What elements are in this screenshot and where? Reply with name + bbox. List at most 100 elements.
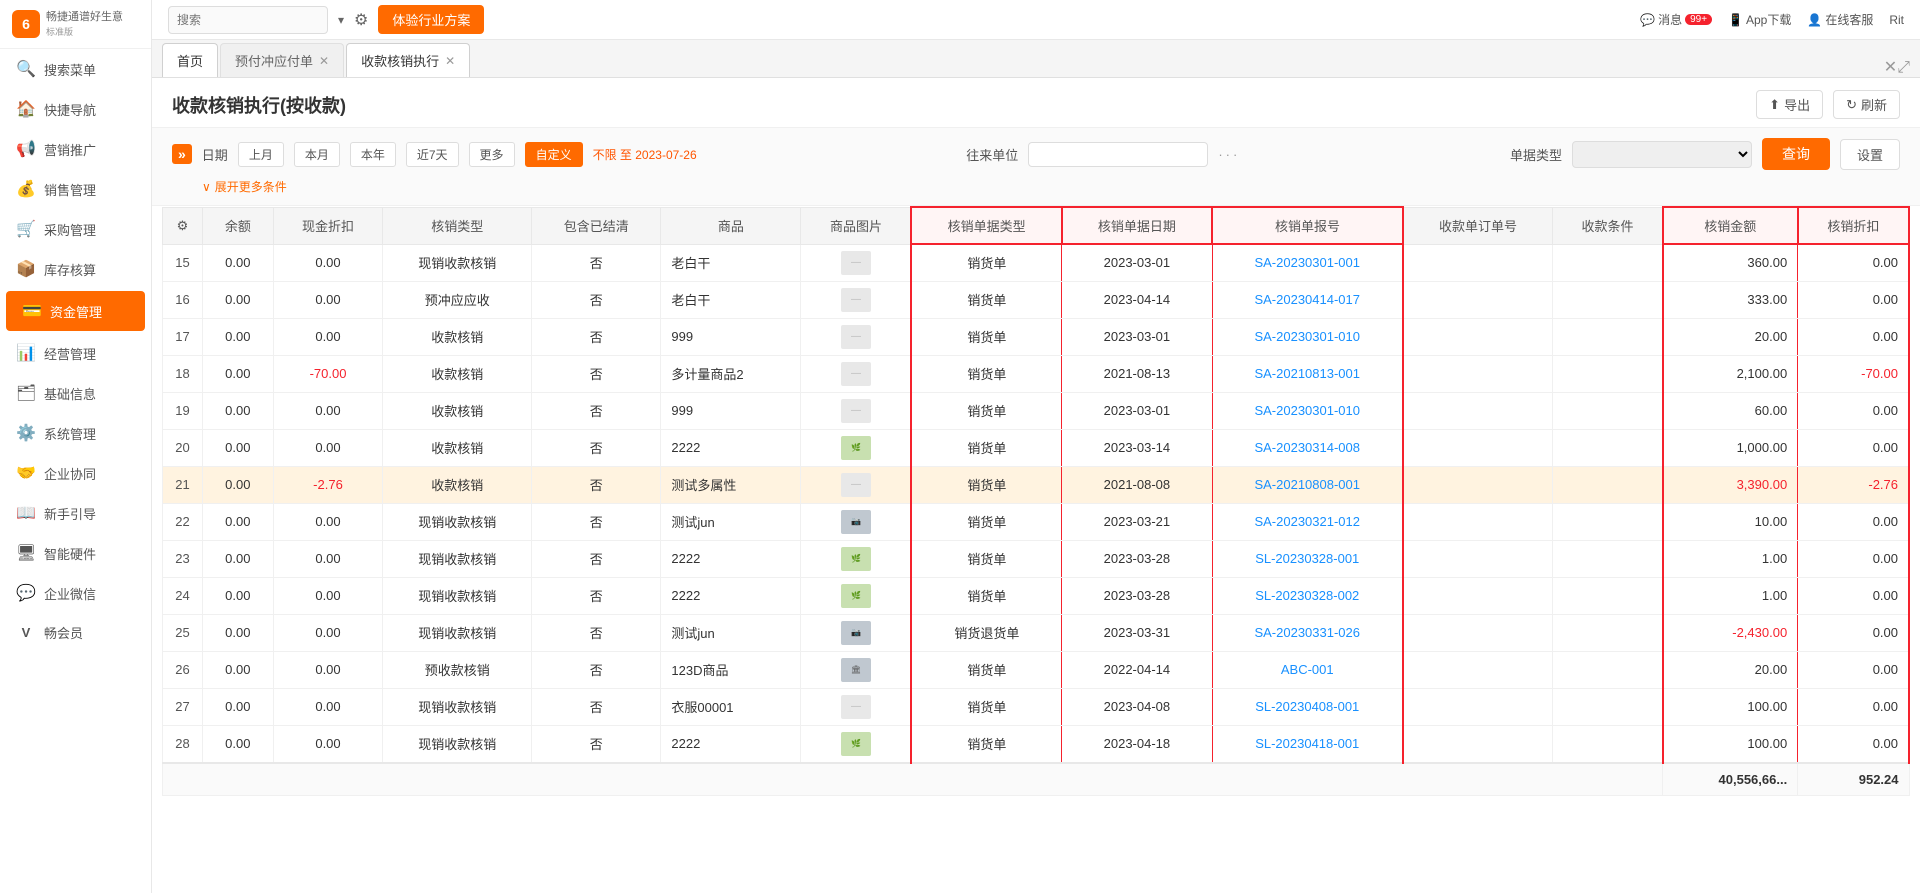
row-cash-discount: 0.00: [273, 503, 383, 540]
sidebar-item-finance[interactable]: 💳 资金管理: [6, 291, 145, 331]
filter-bar: » 日期 上月 本月 本年 近7天 更多 自定义 不限 至 2023-07-26…: [152, 128, 1920, 206]
ops-icon: 📊: [16, 343, 36, 363]
row-receipt-order-no: [1403, 688, 1553, 725]
tab-home[interactable]: 首页: [162, 43, 218, 77]
cancel-bill-no-link[interactable]: SA-20230414-017: [1254, 292, 1360, 307]
row-cancel-bill-type: 销货单: [911, 688, 1061, 725]
refresh-button[interactable]: ↻ 刷新: [1833, 90, 1900, 119]
row-cancel-bill-date: 2021-08-08: [1062, 466, 1212, 503]
sidebar-item-company[interactable]: 🤝 企业协同: [0, 453, 151, 493]
row-balance: 0.00: [203, 392, 274, 429]
from-unit-input[interactable]: [1028, 142, 1208, 167]
table-row: 23 0.00 0.00 现销收款核销 否 2222 🌿 销货单 2023-03…: [163, 540, 1910, 577]
settings-icon[interactable]: ⚙: [177, 218, 189, 233]
window-close-button[interactable]: ✕: [1884, 57, 1897, 77]
voucher-type-select[interactable]: [1572, 141, 1752, 168]
sidebar-item-hardware[interactable]: 🖥 智能硬件: [0, 533, 151, 573]
export-button[interactable]: ⬆ 导出: [1756, 90, 1823, 119]
sidebar-item-basic[interactable]: 🗂 基础信息: [0, 373, 151, 413]
sidebar-item-member[interactable]: V 畅会员: [0, 613, 151, 652]
row-cancel-amount: 10.00: [1663, 503, 1798, 540]
expand-more-row: ∨ 展开更多条件: [172, 178, 1900, 195]
row-cancel-bill-no: SA-20230314-008: [1212, 429, 1403, 466]
filter-expand-arrow[interactable]: »: [172, 144, 192, 164]
cancel-bill-no-link[interactable]: SA-20230314-008: [1254, 440, 1360, 455]
sidebar-item-inventory[interactable]: 📦 库存核算: [0, 249, 151, 289]
row-cancel-type: 现销收款核销: [383, 614, 532, 651]
data-table: ⚙ 余额 现金折扣 核销类型 包含已结清 商品 商品图片 核销单据类型 核销单据…: [162, 206, 1910, 796]
sidebar-item-system[interactable]: ⚙️ 系统管理: [0, 413, 151, 453]
tab-close-prepay[interactable]: ✕: [319, 54, 329, 68]
sidebar-item-search[interactable]: 🔍 搜索菜单: [0, 49, 151, 89]
col-goods-img-header: 商品图片: [801, 207, 911, 244]
cancel-bill-no-link[interactable]: SA-20210808-001: [1254, 477, 1360, 492]
date-last-7days-btn[interactable]: 近7天: [406, 142, 459, 167]
cancel-bill-no-link[interactable]: SL-20230408-001: [1255, 699, 1359, 714]
tab-close-receipt[interactable]: ✕: [445, 54, 455, 68]
sidebar-item-marketing[interactable]: 📢 营销推广: [0, 129, 151, 169]
search-input[interactable]: [168, 6, 328, 34]
row-cancel-type: 预收款核销: [383, 651, 532, 688]
date-this-year-btn[interactable]: 本年: [350, 142, 396, 167]
cancel-bill-no-link[interactable]: SL-20230328-002: [1255, 588, 1359, 603]
user-name[interactable]: Rit: [1889, 13, 1904, 27]
table-row: 28 0.00 0.00 现销收款核销 否 2222 🌿 销货单 2023-04…: [163, 725, 1910, 763]
solution-button[interactable]: 体验行业方案: [378, 5, 484, 34]
row-receipt-condition: [1552, 503, 1662, 540]
cancel-bill-no-link[interactable]: SL-20230328-001: [1255, 551, 1359, 566]
row-cancel-discount: 0.00: [1798, 244, 1909, 281]
row-balance: 0.00: [203, 614, 274, 651]
table-container[interactable]: ⚙ 余额 现金折扣 核销类型 包含已结清 商品 商品图片 核销单据类型 核销单据…: [152, 206, 1920, 893]
row-cancel-type: 现销收款核销: [383, 577, 532, 614]
inventory-icon: 📦: [16, 259, 36, 279]
sidebar-item-wechat[interactable]: 💬 企业微信: [0, 573, 151, 613]
row-goods-img: —: [801, 281, 911, 318]
tab-prepay[interactable]: 预付冲应付单 ✕: [220, 43, 344, 77]
cancel-bill-no-link[interactable]: ABC-001: [1281, 662, 1334, 677]
expand-more-button[interactable]: ∨ 展开更多条件: [202, 178, 1900, 195]
date-this-month-btn[interactable]: 本月: [294, 142, 340, 167]
row-cancel-bill-type: 销货单: [911, 577, 1061, 614]
system-icon: ⚙️: [16, 423, 36, 443]
row-cancel-bill-no: SA-20230301-010: [1212, 392, 1403, 429]
tab-receipt[interactable]: 收款核销执行 ✕: [346, 43, 470, 77]
row-goods: 2222: [661, 429, 801, 466]
query-button[interactable]: 查询: [1762, 138, 1830, 170]
cancel-bill-no-link[interactable]: SA-20230321-012: [1254, 514, 1360, 529]
message-item[interactable]: 💬 消息 99+: [1640, 11, 1712, 28]
cancel-bill-no-link[interactable]: SA-20210813-001: [1254, 366, 1360, 381]
row-no: 15: [163, 244, 203, 281]
app-download-item[interactable]: 📱 App下载: [1728, 11, 1791, 28]
row-cash-discount: 0.00: [273, 392, 383, 429]
cancel-bill-no-link[interactable]: SA-20230331-026: [1254, 625, 1360, 640]
cancel-bill-no-link[interactable]: SA-20230301-010: [1254, 329, 1360, 344]
sidebar-item-sales[interactable]: 💰 销售管理: [0, 169, 151, 209]
sales-icon: 💰: [16, 179, 36, 199]
cancel-bill-no-link[interactable]: SA-20230301-010: [1254, 403, 1360, 418]
sidebar-item-guide[interactable]: 📖 新手引导: [0, 493, 151, 533]
date-custom-btn[interactable]: 自定义: [525, 142, 583, 167]
sidebar-item-quicknav[interactable]: 🏠 快捷导航: [0, 89, 151, 129]
export-icon: ⬆: [1769, 97, 1780, 113]
row-receipt-order-no: [1403, 355, 1553, 392]
marketing-icon: 📢: [16, 139, 36, 159]
cancel-bill-no-link[interactable]: SL-20230418-001: [1255, 736, 1359, 751]
row-no: 27: [163, 688, 203, 725]
row-included-settled: 否: [532, 725, 661, 763]
date-last-month-btn[interactable]: 上月: [238, 142, 284, 167]
sidebar-item-purchase[interactable]: 🛒 采购管理: [0, 209, 151, 249]
row-receipt-order-no: [1403, 466, 1553, 503]
cancel-bill-no-link[interactable]: SA-20230301-001: [1254, 255, 1360, 270]
col-settings-header[interactable]: ⚙: [163, 207, 203, 244]
sidebar-item-ops[interactable]: 📊 经营管理: [0, 333, 151, 373]
date-more-btn[interactable]: 更多: [469, 142, 515, 167]
gear-icon[interactable]: ⚙: [354, 10, 368, 30]
window-maximize-button[interactable]: ⤢: [1897, 59, 1910, 77]
message-icon: 💬: [1640, 13, 1655, 27]
from-unit-dots[interactable]: ···: [1218, 147, 1240, 162]
service-item[interactable]: 👤 在线客服: [1807, 11, 1873, 28]
service-icon: 👤: [1807, 13, 1822, 27]
setting-button[interactable]: 设置: [1840, 139, 1900, 170]
row-goods: 2222: [661, 540, 801, 577]
dropdown-arrow-icon[interactable]: ▾: [338, 13, 344, 27]
